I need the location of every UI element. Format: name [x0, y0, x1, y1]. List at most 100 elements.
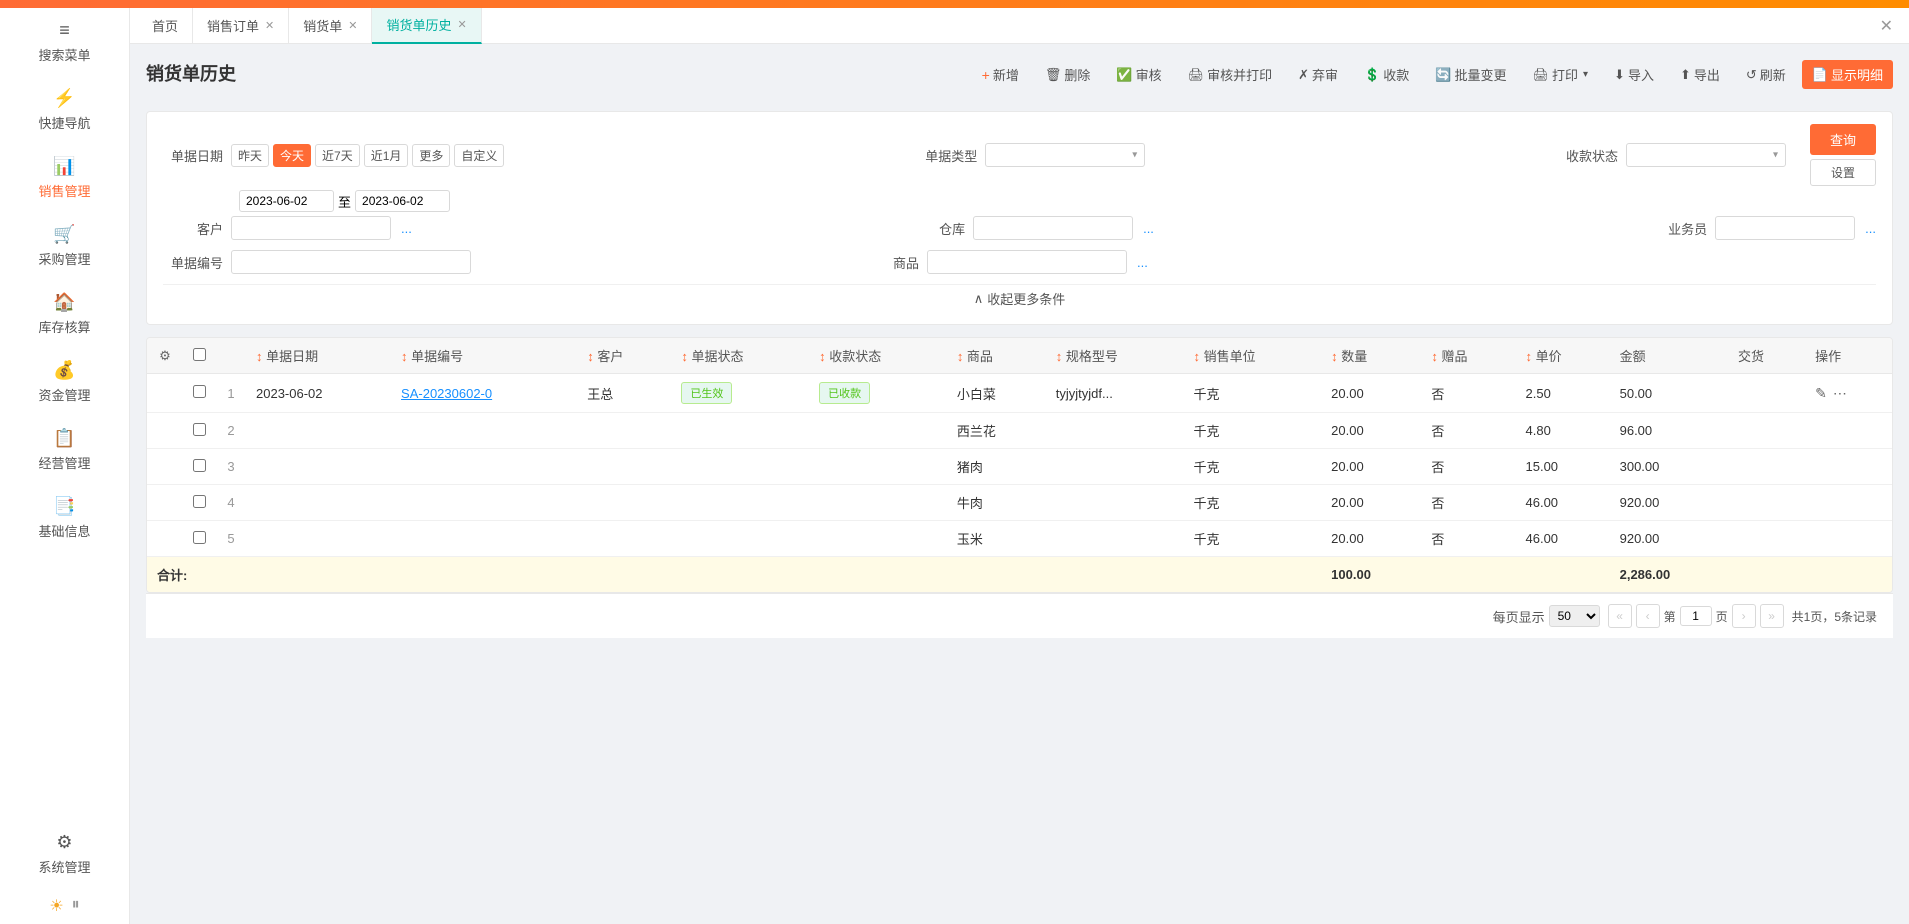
filter-collapse-button[interactable]: ∧ 收起更多条件 — [163, 284, 1876, 312]
next-page-button[interactable]: › — [1732, 604, 1756, 628]
customer-input[interactable] — [231, 216, 391, 240]
qty-cell: 20.00 — [1321, 485, 1421, 521]
edit-action-icon[interactable]: ✎ — [1815, 385, 1827, 402]
doc-no-link[interactable]: SA-20230602-0 — [401, 386, 492, 401]
price-cell: 15.00 — [1516, 449, 1610, 485]
customer-picker-button[interactable]: ... — [401, 221, 412, 236]
date-btn-7days[interactable]: 近7天 — [315, 144, 360, 167]
row-checkbox-cell[interactable] — [183, 485, 216, 521]
row-checkbox-cell[interactable] — [183, 521, 216, 557]
refresh-icon: ↺ — [1746, 67, 1757, 83]
row-checkbox[interactable] — [193, 423, 206, 436]
print-button[interactable]: 🖨 打印 — [1522, 60, 1598, 89]
sidebar-item-quick-nav[interactable]: ⚡ 快捷导航 — [0, 76, 129, 144]
docstatus-col-header[interactable]: ↕ 单据状态 — [671, 338, 809, 374]
collect-icon: 💲 — [1364, 67, 1380, 83]
tab-close-sales-goods[interactable]: ✕ — [348, 19, 357, 32]
more-action-icon[interactable]: ⋯ — [1833, 385, 1847, 402]
page-label: 第 — [1664, 608, 1676, 625]
sidebar-item-search-menu[interactable]: ≡ 搜索菜单 — [0, 8, 129, 76]
row-checkbox-cell[interactable] — [183, 449, 216, 485]
docno-col-header[interactable]: ↕ 单据编号 — [391, 338, 577, 374]
row-checkbox-cell[interactable] — [183, 374, 216, 413]
tab-close-sales-history[interactable]: ✕ — [458, 18, 467, 31]
batch-change-button[interactable]: 🔄 批量变更 — [1425, 60, 1516, 89]
sidebar-item-purchase-mgmt[interactable]: 🛒 采购管理 — [0, 212, 129, 280]
gear-settings-col[interactable]: ⚙ — [147, 338, 183, 374]
tab-close-sales-order[interactable]: ✕ — [265, 19, 274, 32]
date-btn-today[interactable]: 今天 — [273, 144, 311, 167]
refresh-button[interactable]: ↺ 刷新 — [1736, 60, 1796, 89]
collect-button[interactable]: 💲 收款 — [1354, 60, 1419, 89]
goods-cell: 猪肉 — [947, 449, 1046, 485]
sidebar-item-base-info[interactable]: 📑 基础信息 — [0, 484, 129, 552]
qty-col-header[interactable]: ↕ 数量 — [1321, 338, 1421, 374]
row-checkbox-cell[interactable] — [183, 413, 216, 449]
docno-input[interactable] — [231, 250, 471, 274]
sidebar-item-ops-mgmt[interactable]: 📋 经营管理 — [0, 416, 129, 484]
per-page-select[interactable]: 50 100 — [1549, 605, 1600, 627]
salesperson-picker-button[interactable]: ... — [1865, 221, 1876, 236]
goods-picker-button[interactable]: ... — [1137, 255, 1148, 270]
audit-button[interactable]: ✅ 审核 — [1106, 60, 1171, 89]
audit-print-button[interactable]: 🖨 审核并打印 — [1178, 60, 1283, 89]
salesperson-input[interactable] — [1715, 216, 1855, 240]
date-btn-yesterday[interactable]: 昨天 — [231, 144, 269, 167]
goods-col-header[interactable]: ↕ 商品 — [947, 338, 1046, 374]
first-page-button[interactable]: « — [1608, 604, 1632, 628]
sidebar-item-finance[interactable]: 💰 资金管理 — [0, 348, 129, 416]
export-button[interactable]: ⬆ 导出 — [1670, 60, 1730, 89]
sidebar-item-sales-mgmt[interactable]: 📊 销售管理 — [0, 144, 129, 212]
tab-sales-goods[interactable]: 销货单 ✕ — [289, 8, 372, 44]
settings-button[interactable]: 设置 — [1810, 159, 1876, 186]
price-col-header[interactable]: ↕ 单价 — [1516, 338, 1610, 374]
doc-type-select[interactable] — [985, 143, 1145, 167]
paystatus-col-header[interactable]: ↕ 收款状态 — [809, 338, 947, 374]
date-col-header[interactable]: ↕ 单据日期 — [246, 338, 391, 374]
tab-home[interactable]: 首页 — [138, 8, 193, 44]
customer-col-header[interactable]: ↕ 客户 — [577, 338, 671, 374]
row-num-col — [216, 338, 246, 374]
goods-input[interactable] — [927, 250, 1127, 274]
date-end-input[interactable] — [355, 190, 450, 212]
row-checkbox[interactable] — [193, 495, 206, 508]
docstatus-cell — [671, 449, 809, 485]
page-input[interactable] — [1680, 606, 1712, 626]
warehouse-input[interactable] — [973, 216, 1133, 240]
sidebar-item-sys-mgmt[interactable]: ⚙ 系统管理 — [0, 820, 129, 888]
close-all-tabs-button[interactable]: ✕ — [1872, 16, 1901, 36]
import-button[interactable]: ⬇ 导入 — [1604, 60, 1664, 89]
date-start-input[interactable] — [239, 190, 334, 212]
query-button[interactable]: 查询 — [1810, 124, 1876, 155]
last-page-button[interactable]: » — [1760, 604, 1784, 628]
date-btn-custom[interactable]: 自定义 — [454, 144, 504, 167]
sidebar-item-inventory[interactable]: 🏠 库存核算 — [0, 280, 129, 348]
row-checkbox[interactable] — [193, 531, 206, 544]
prev-page-button[interactable]: ‹ — [1636, 604, 1660, 628]
tab-sales-order[interactable]: 销售订单 ✕ — [193, 8, 289, 44]
select-all-checkbox[interactable] — [193, 348, 206, 361]
pause-icon[interactable]: ⏸ — [72, 896, 80, 916]
gift-col-header[interactable]: ↕ 赠品 — [1421, 338, 1515, 374]
row-checkbox[interactable] — [193, 385, 206, 398]
abandon-button[interactable]: ✗ 弃审 — [1288, 60, 1348, 89]
date-btn-more[interactable]: 更多 — [412, 144, 450, 167]
new-icon: + — [982, 67, 990, 83]
docstatus-cell: 已生效 — [671, 374, 809, 413]
sort-icon: ↕ — [1526, 349, 1533, 364]
sun-icon[interactable]: ☀ — [49, 896, 63, 916]
tab-sales-history[interactable]: 销货单历史 ✕ — [372, 8, 481, 44]
docno-cell — [391, 485, 577, 521]
show-detail-button[interactable]: 📄 显示明细 — [1802, 60, 1893, 89]
payment-status-select[interactable] — [1626, 143, 1786, 167]
warehouse-picker-button[interactable]: ... — [1143, 221, 1154, 236]
select-all-col[interactable] — [183, 338, 216, 374]
spec-col-header[interactable]: ↕ 规格型号 — [1046, 338, 1184, 374]
date-btn-1month[interactable]: 近1月 — [364, 144, 409, 167]
delete-button[interactable]: 🗑 删除 — [1035, 60, 1101, 89]
sidebar-item-label: 基础信息 — [38, 521, 90, 540]
unit-col-header[interactable]: ↕ 销售单位 — [1183, 338, 1321, 374]
new-button[interactable]: + 新增 — [972, 60, 1029, 89]
sort-icon: ↕ — [401, 349, 408, 364]
row-checkbox[interactable] — [193, 459, 206, 472]
